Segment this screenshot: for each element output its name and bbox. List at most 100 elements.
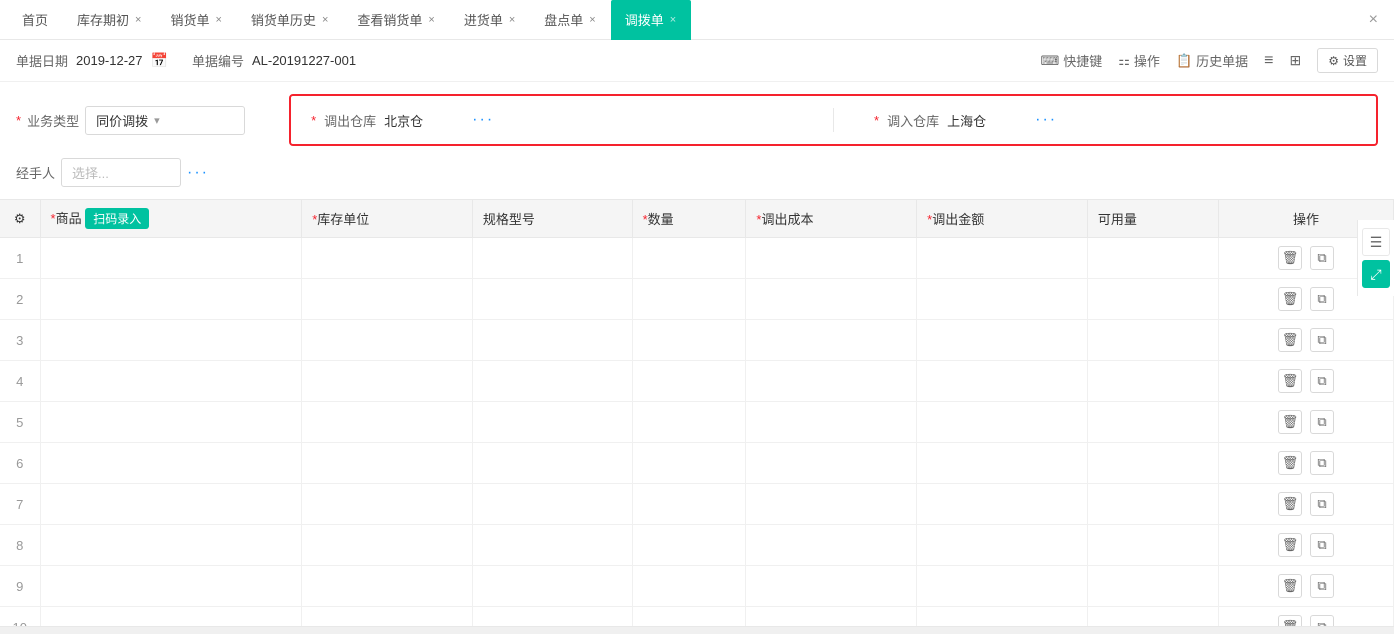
tab-close-inventory-init[interactable]: × xyxy=(135,14,141,26)
cell-spec[interactable] xyxy=(472,238,632,279)
cell-unit[interactable] xyxy=(302,484,473,525)
delete-button[interactable]: 🗑 xyxy=(1278,615,1302,626)
tab-item-transfer[interactable]: 调拨单× xyxy=(611,0,691,40)
cell-qty[interactable] xyxy=(632,443,746,484)
cell-unit[interactable] xyxy=(302,361,473,402)
shortcut-button[interactable]: ⌨ 快捷键 xyxy=(1040,51,1102,70)
cell-product[interactable] xyxy=(40,443,302,484)
cell-unit[interactable] xyxy=(302,279,473,320)
cell-spec[interactable] xyxy=(472,607,632,627)
copy-button[interactable]: ⧉ xyxy=(1310,287,1334,311)
cell-unit[interactable] xyxy=(302,566,473,607)
cell-available[interactable] xyxy=(1087,320,1218,361)
tab-item-sales-history[interactable]: 销货单历史× xyxy=(237,0,343,40)
delete-button[interactable]: 🗑 xyxy=(1278,410,1302,434)
cell-product[interactable] xyxy=(40,238,302,279)
cell-amount[interactable] xyxy=(917,238,1088,279)
settings-button[interactable]: ⚙ 设置 xyxy=(1317,48,1378,73)
cell-spec[interactable] xyxy=(472,320,632,361)
bottom-scrollbar[interactable] xyxy=(0,626,1394,634)
tab-item-inventory-check[interactable]: 盘点单× xyxy=(530,0,610,40)
copy-button[interactable]: ⧉ xyxy=(1310,369,1334,393)
copy-button[interactable]: ⧉ xyxy=(1310,328,1334,352)
cell-qty[interactable] xyxy=(632,320,746,361)
cell-qty[interactable] xyxy=(632,402,746,443)
warehouse-out-dots[interactable]: ··· xyxy=(472,111,494,129)
cell-cost[interactable] xyxy=(746,320,917,361)
cell-product[interactable] xyxy=(40,279,302,320)
cell-available[interactable] xyxy=(1087,484,1218,525)
tab-item-purchase-order[interactable]: 进货单× xyxy=(450,0,530,40)
handler-select[interactable]: 选择... xyxy=(61,158,181,187)
history-button[interactable]: 📋 历史单据 xyxy=(1176,51,1248,70)
tab-item-sales-order[interactable]: 销货单× xyxy=(156,0,236,40)
scan-button[interactable]: 扫码录入 xyxy=(85,208,149,229)
cell-amount[interactable] xyxy=(917,566,1088,607)
cell-product[interactable] xyxy=(40,607,302,627)
tab-close-transfer[interactable]: × xyxy=(670,14,676,26)
cell-qty[interactable] xyxy=(632,361,746,402)
copy-button[interactable]: ⧉ xyxy=(1310,492,1334,516)
delete-button[interactable]: 🗑 xyxy=(1278,246,1302,270)
tab-item-view-sales[interactable]: 查看销货单× xyxy=(343,0,449,40)
business-type-select[interactable]: 同价调拨 ▾ xyxy=(85,106,245,135)
cell-amount[interactable] xyxy=(917,402,1088,443)
copy-button[interactable]: ⧉ xyxy=(1310,451,1334,475)
copy-button[interactable]: ⧉ xyxy=(1310,410,1334,434)
copy-button[interactable]: ⧉ xyxy=(1310,246,1334,270)
calendar-icon[interactable]: 📅 xyxy=(151,52,168,69)
cell-amount[interactable] xyxy=(917,484,1088,525)
cell-cost[interactable] xyxy=(746,238,917,279)
th-gear[interactable]: ⚙ xyxy=(0,200,40,238)
cell-cost[interactable] xyxy=(746,484,917,525)
cell-spec[interactable] xyxy=(472,525,632,566)
cell-amount[interactable] xyxy=(917,607,1088,627)
cell-amount[interactable] xyxy=(917,279,1088,320)
side-expand-button[interactable]: ⤢ xyxy=(1362,260,1390,288)
delete-button[interactable]: 🗑 xyxy=(1278,533,1302,557)
cell-unit[interactable] xyxy=(302,525,473,566)
cell-unit[interactable] xyxy=(302,238,473,279)
cell-spec[interactable] xyxy=(472,279,632,320)
delete-button[interactable]: 🗑 xyxy=(1278,328,1302,352)
cell-available[interactable] xyxy=(1087,566,1218,607)
cell-available[interactable] xyxy=(1087,607,1218,627)
cell-product[interactable] xyxy=(40,361,302,402)
tab-item-home[interactable]: 首页 xyxy=(8,0,63,40)
tab-close-view-sales[interactable]: × xyxy=(428,14,434,26)
cell-available[interactable] xyxy=(1087,443,1218,484)
cell-available[interactable] xyxy=(1087,525,1218,566)
side-list-button[interactable]: ☰ xyxy=(1362,228,1390,256)
cell-qty[interactable] xyxy=(632,279,746,320)
delete-button[interactable]: 🗑 xyxy=(1278,451,1302,475)
delete-button[interactable]: 🗑 xyxy=(1278,369,1302,393)
cell-amount[interactable] xyxy=(917,320,1088,361)
cell-cost[interactable] xyxy=(746,279,917,320)
cell-unit[interactable] xyxy=(302,607,473,627)
cell-spec[interactable] xyxy=(472,484,632,525)
cell-product[interactable] xyxy=(40,566,302,607)
tab-close-purchase-order[interactable]: × xyxy=(509,14,515,26)
cell-product[interactable] xyxy=(40,402,302,443)
cell-unit[interactable] xyxy=(302,443,473,484)
operation-button[interactable]: ⚏ 操作 xyxy=(1118,51,1160,70)
cell-amount[interactable] xyxy=(917,361,1088,402)
cell-spec[interactable] xyxy=(472,566,632,607)
cell-available[interactable] xyxy=(1087,238,1218,279)
warehouse-in-dots[interactable]: ··· xyxy=(1035,111,1057,129)
cell-spec[interactable] xyxy=(472,402,632,443)
cell-cost[interactable] xyxy=(746,361,917,402)
cell-cost[interactable] xyxy=(746,607,917,627)
cell-qty[interactable] xyxy=(632,607,746,627)
tab-item-inventory-init[interactable]: 库存期初× xyxy=(63,0,156,40)
copy-button[interactable]: ⧉ xyxy=(1310,615,1334,626)
cell-unit[interactable] xyxy=(302,320,473,361)
cell-product[interactable] xyxy=(40,484,302,525)
delete-button[interactable]: 🗑 xyxy=(1278,287,1302,311)
layout2-button[interactable]: ⊞ xyxy=(1289,52,1301,69)
layout1-button[interactable]: ≡ xyxy=(1264,52,1273,70)
tab-close-sales-history[interactable]: × xyxy=(322,14,328,26)
cell-cost[interactable] xyxy=(746,566,917,607)
cell-available[interactable] xyxy=(1087,402,1218,443)
cell-amount[interactable] xyxy=(917,443,1088,484)
